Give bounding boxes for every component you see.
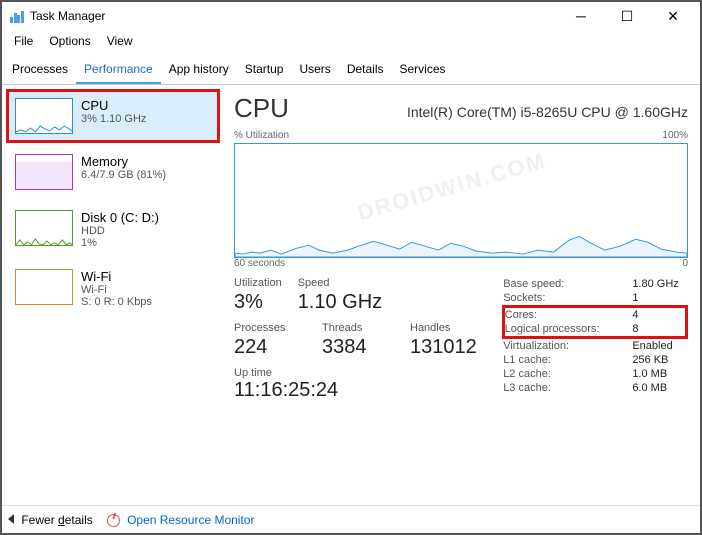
l3-cache-value: 6.0 MB — [610, 381, 686, 395]
tab-performance[interactable]: Performance — [76, 56, 161, 84]
sockets-value: 1 — [610, 291, 686, 307]
logical-processors-value: 8 — [610, 322, 686, 338]
sidebar-disk-sub1: HDD — [81, 225, 159, 237]
fewer-details-button[interactable]: Fewer details — [8, 513, 93, 527]
sidebar-wifi-name: Wi-Fi — [81, 269, 152, 284]
sidebar-mem-sub: 6.4/7.9 GB (81%) — [81, 169, 166, 181]
graph-label-tl: % Utilization — [234, 130, 289, 141]
handles-label: Handles — [410, 322, 482, 334]
threads-label: Threads — [322, 322, 394, 334]
virtualization-label: Virtualization: — [503, 338, 610, 354]
sidebar-item-disk[interactable]: Disk 0 (C: D:) HDD 1% — [6, 201, 220, 258]
sidebar-disk-name: Disk 0 (C: D:) — [81, 210, 159, 225]
base-speed-label: Base speed: — [503, 277, 610, 291]
l1-cache-value: 256 KB — [610, 353, 686, 367]
virtualization-value: Enabled — [610, 338, 686, 354]
tab-app-history[interactable]: App history — [161, 56, 237, 84]
sidebar-cpu-name: CPU — [81, 98, 146, 113]
processes-value: 224 — [234, 336, 267, 358]
chevron-left-icon — [8, 514, 14, 524]
threads-value: 3384 — [322, 336, 367, 358]
graph-label-tr: 100% — [662, 130, 688, 141]
sockets-label: Sockets: — [503, 291, 610, 307]
graph-label-br: 0 — [682, 258, 688, 269]
uptime-value: 11:16:25:24 — [234, 379, 484, 402]
tab-startup[interactable]: Startup — [237, 56, 292, 84]
wifi-thumb — [15, 269, 73, 305]
sidebar-wifi-sub1: Wi-Fi — [81, 284, 152, 296]
cpu-thumb — [15, 98, 73, 134]
main-panel: CPU Intel(R) Core(TM) i5-8265U CPU @ 1.6… — [220, 85, 700, 504]
sidebar-cpu-sub: 3% 1.10 GHz — [81, 113, 146, 125]
stats-right: Base speed:1.80 GHz Sockets:1 Cores:4 Lo… — [502, 277, 688, 402]
stats-left: Utilization 3% Speed 1.10 GHz Processes … — [234, 277, 484, 402]
disk-thumb — [15, 210, 73, 246]
tab-details[interactable]: Details — [339, 56, 392, 84]
speed-label: Speed — [298, 277, 382, 289]
cores-label: Cores: — [503, 307, 610, 323]
speed-value: 1.10 GHz — [298, 291, 382, 313]
sidebar-wifi-sub2: S: 0 R: 0 Kbps — [81, 296, 152, 308]
sidebar-disk-sub2: 1% — [81, 237, 159, 249]
task-manager-window: Task Manager ─ ☐ ✕ File Options View Pro… — [0, 0, 702, 535]
content: CPU 3% 1.10 GHz Memory 6.4/7.9 GB (81%) — [2, 85, 700, 504]
cpu-model: Intel(R) Core(TM) i5-8265U CPU @ 1.60GHz — [307, 104, 688, 120]
task-manager-icon — [10, 9, 24, 23]
sidebar: CPU 3% 1.10 GHz Memory 6.4/7.9 GB (81%) — [2, 85, 220, 504]
statusbar: Fewer details Open Resource Monitor — [2, 505, 700, 533]
graph-label-bl: 60 seconds — [234, 258, 285, 269]
utilization-value: 3% — [234, 291, 263, 313]
cpu-graph[interactable]: DROIDWIN.COM — [234, 143, 688, 258]
resource-monitor-icon — [107, 514, 120, 527]
tab-bar: Processes Performance App history Startu… — [2, 56, 700, 85]
cores-value: 4 — [610, 307, 686, 323]
maximize-button[interactable]: ☐ — [604, 2, 650, 30]
close-button[interactable]: ✕ — [650, 2, 696, 30]
open-resource-monitor-link[interactable]: Open Resource Monitor — [107, 513, 255, 527]
l2-cache-label: L2 cache: — [503, 367, 610, 381]
tab-processes[interactable]: Processes — [4, 56, 76, 84]
window-title: Task Manager — [30, 9, 105, 23]
menu-file[interactable]: File — [6, 32, 41, 50]
sidebar-item-wifi[interactable]: Wi-Fi Wi-Fi S: 0 R: 0 Kbps — [6, 260, 220, 317]
tab-services[interactable]: Services — [392, 56, 454, 84]
l3-cache-label: L3 cache: — [503, 381, 610, 395]
page-title: CPU — [234, 93, 289, 124]
base-speed-value: 1.80 GHz — [610, 277, 686, 291]
minimize-button[interactable]: ─ — [558, 2, 604, 30]
l2-cache-value: 1.0 MB — [610, 367, 686, 381]
sidebar-item-cpu[interactable]: CPU 3% 1.10 GHz — [6, 89, 220, 143]
sidebar-item-memory[interactable]: Memory 6.4/7.9 GB (81%) — [6, 145, 220, 199]
sidebar-mem-name: Memory — [81, 154, 166, 169]
tab-users[interactable]: Users — [291, 56, 338, 84]
menu-view[interactable]: View — [99, 32, 141, 50]
logical-processors-label: Logical processors: — [503, 322, 610, 338]
menubar: File Options View — [2, 30, 700, 52]
uptime-label: Up time — [234, 367, 484, 379]
utilization-label: Utilization — [234, 277, 282, 289]
memory-thumb — [15, 154, 73, 190]
processes-label: Processes — [234, 322, 306, 334]
titlebar[interactable]: Task Manager ─ ☐ ✕ — [2, 2, 700, 30]
handles-value: 131012 — [410, 336, 477, 358]
l1-cache-label: L1 cache: — [503, 353, 610, 367]
menu-options[interactable]: Options — [41, 32, 98, 50]
